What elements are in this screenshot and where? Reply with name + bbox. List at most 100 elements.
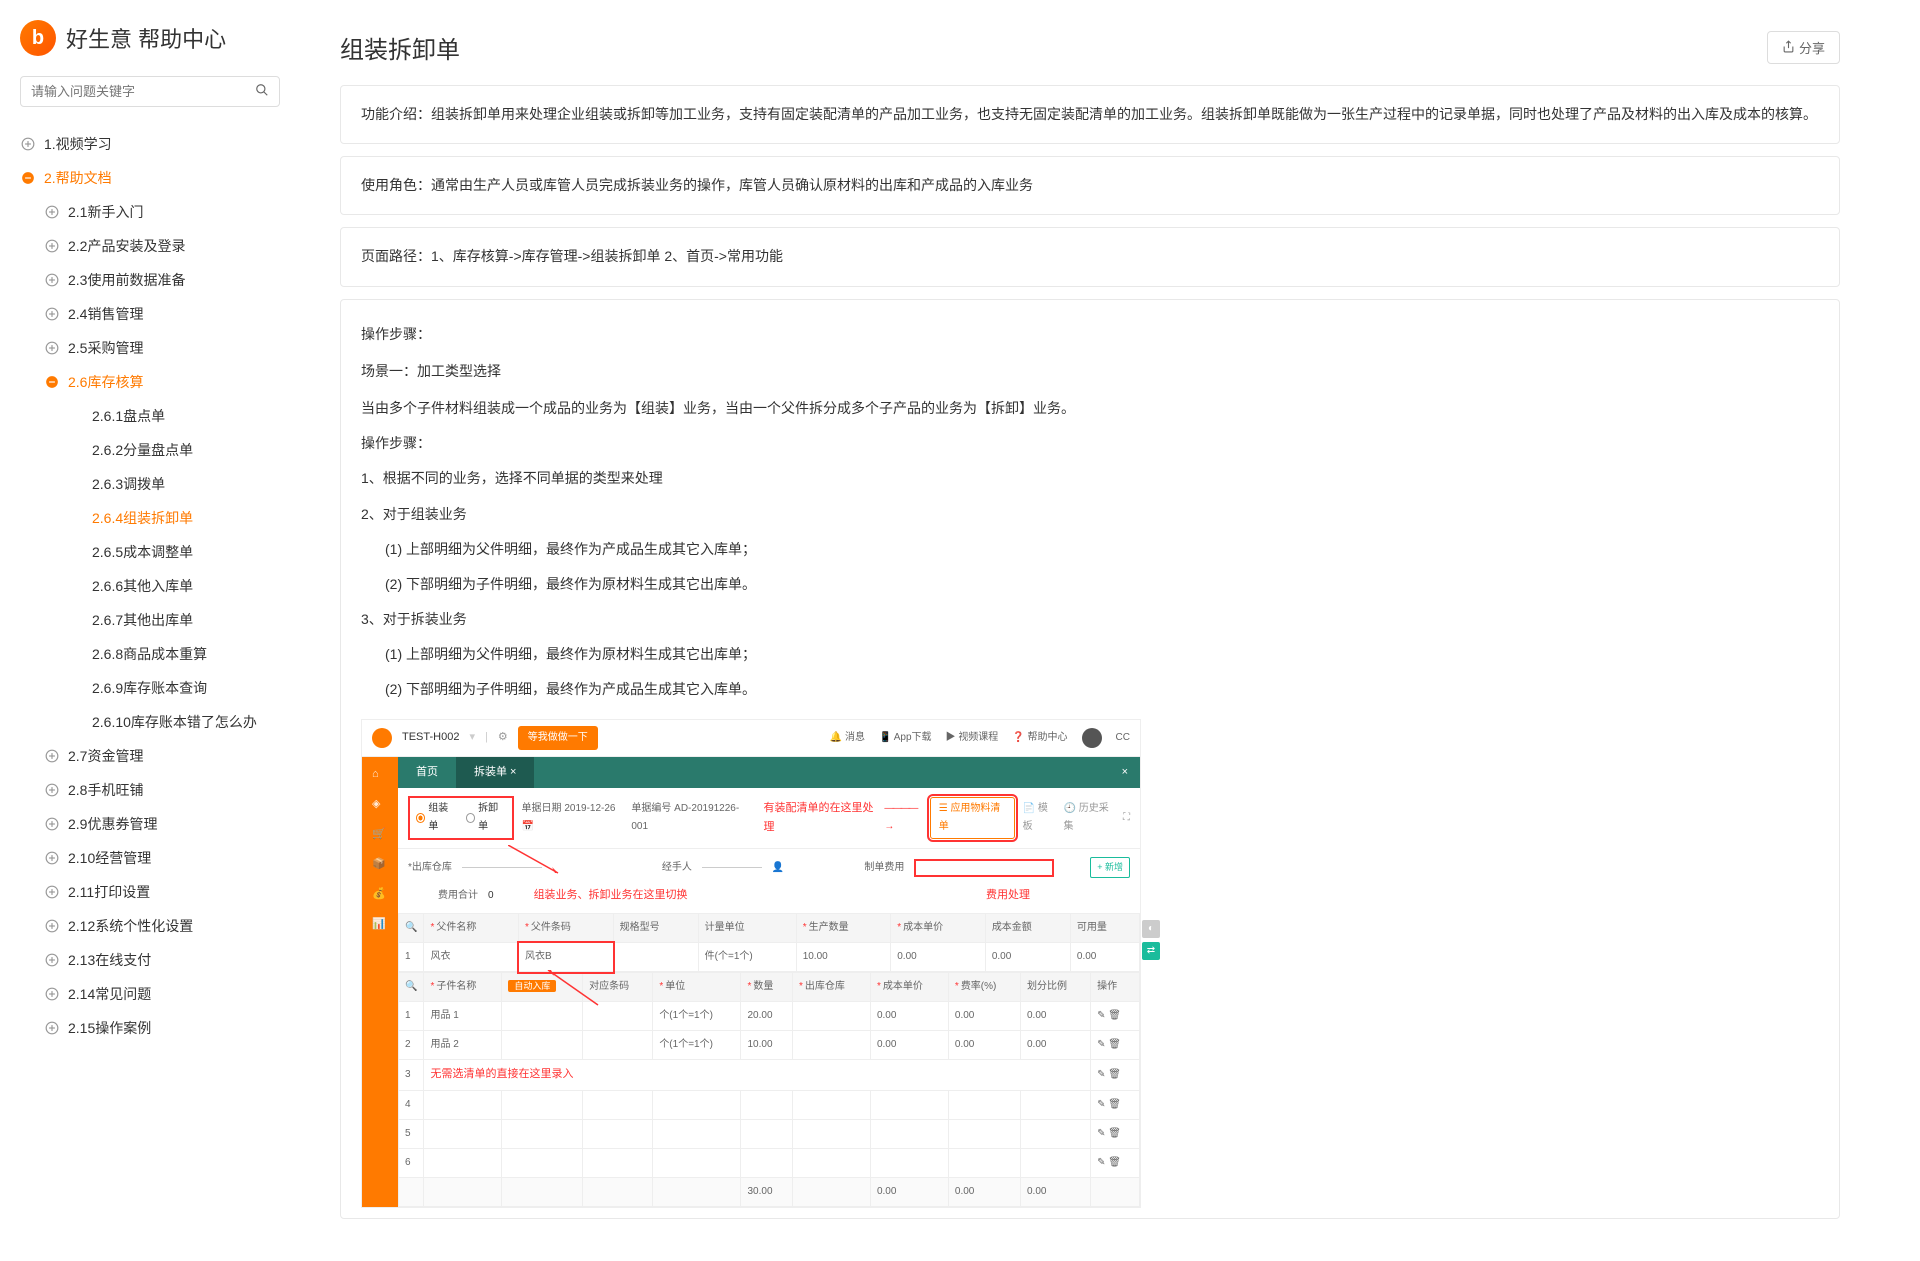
plus-icon <box>44 748 60 764</box>
nav-label: 2.5采购管理 <box>68 338 143 358</box>
nav-2-14[interactable]: 2.14常见问题 <box>44 977 300 1011</box>
nav-label: 2.15操作案例 <box>68 1018 151 1038</box>
share-button[interactable]: 分享 <box>1767 31 1840 64</box>
step2-1: (1) 上部明细为父件明细，最终作为产成品生成其它入库单； <box>361 537 1819 562</box>
ss-user: CC <box>1116 729 1130 747</box>
embedded-screenshot: TEST-H002 ▾ | ⚙ 等我做做一下 🔔 消息 📱 App下载 ▶ 视频… <box>361 719 1141 1209</box>
role-box: 使用角色：通常由生产人员或库管人员完成拆装业务的操作，库管人员确认原材料的出库和… <box>340 156 1840 215</box>
float-btn-icon: ◐ <box>1142 920 1160 938</box>
site-title: 好生意 帮助中心 <box>66 22 226 54</box>
nav-label: 2.6.8商品成本重算 <box>92 644 207 664</box>
person-icon: 👤 <box>772 859 784 877</box>
th: 单位 <box>653 973 741 1002</box>
path-text: 1、库存核算->库存管理->组装拆卸单 2、首页->常用功能 <box>431 248 783 264</box>
search-input[interactable] <box>31 84 255 99</box>
nav-docs[interactable]: 2.帮助文档 <box>20 161 300 195</box>
chart-icon: 📊 <box>372 915 388 931</box>
ss-child-row: 3无需选清单的直接在这里录入✎ 🗑 <box>399 1060 1140 1091</box>
radio-on-icon <box>416 813 425 823</box>
nav-2-6-8[interactable]: 2.6.8商品成本重算 <box>92 637 300 671</box>
th: 生产数量 <box>796 914 891 943</box>
arrow-right-icon: ————→ <box>884 800 921 836</box>
nav-label: 1.视频学习 <box>44 134 112 154</box>
step2-2: (2) 下部明细为子件明细，最终作为原材料生成其它出库单。 <box>361 572 1819 597</box>
nav-2-2[interactable]: 2.2产品安装及登录 <box>44 229 300 263</box>
ss-title: TEST-H002 <box>402 728 459 748</box>
nav-label: 2.2产品安装及登录 <box>68 236 185 256</box>
nav-2-3[interactable]: 2.3使用前数据准备 <box>44 263 300 297</box>
nav-video[interactable]: 1.视频学习 <box>20 127 300 161</box>
tag-icon: ◈ <box>372 795 388 811</box>
minus-icon <box>20 170 36 186</box>
minus-icon <box>44 374 60 390</box>
nav-2-15[interactable]: 2.15操作案例 <box>44 1011 300 1045</box>
expand-icon: ⛶ <box>1123 809 1130 827</box>
nav-2-6-9[interactable]: 2.6.9库存账本查询 <box>92 671 300 705</box>
share-label: 分享 <box>1799 38 1825 57</box>
nav-2-6-3[interactable]: 2.6.3调拨单 <box>92 467 300 501</box>
nav-2-8[interactable]: 2.8手机旺铺 <box>44 773 300 807</box>
plus-icon <box>44 306 60 322</box>
nav-label: 2.6.1盘点单 <box>92 406 165 426</box>
nav-2-11[interactable]: 2.11打印设置 <box>44 875 300 909</box>
nav-2-13[interactable]: 2.13在线支付 <box>44 943 300 977</box>
plus-icon <box>44 238 60 254</box>
ss-child-table: 🔍 子件名称 自动入库 对应条码 单位 数量 出库仓库 成本单价 费率(%) 划… <box>398 972 1140 1207</box>
plus-icon <box>44 918 60 934</box>
plus-icon <box>44 884 60 900</box>
nav-2-6-2[interactable]: 2.6.2分量盘点单 <box>92 433 300 467</box>
nav-2-6-5[interactable]: 2.6.5成本调整单 <box>92 535 300 569</box>
ss-app: 📱 App下载 <box>879 729 931 747</box>
search-icon[interactable] <box>255 83 269 100</box>
plus-icon <box>44 1020 60 1036</box>
nav-2-6-10[interactable]: 2.6.10库存账本错了怎么办 <box>92 705 300 739</box>
ss-tabs: 首页 拆装单 × × <box>398 757 1140 789</box>
nav-2-6-7[interactable]: 2.6.7其他出库单 <box>92 603 300 637</box>
nav-label: 2.6.2分量盘点单 <box>92 440 193 460</box>
path-label: 页面路径： <box>361 248 431 264</box>
ss-anno-noinput: 无需选清单的直接在这里录入 <box>430 1068 573 1080</box>
step3: 3、对于拆装业务 <box>361 607 1819 632</box>
ss-sep: | <box>485 728 488 748</box>
cart-icon: 🛒 <box>372 825 388 841</box>
plus-icon <box>44 272 60 288</box>
nav-2-10[interactable]: 2.10经营管理 <box>44 841 300 875</box>
nav-label: 2.7资金管理 <box>68 746 143 766</box>
nav-2-6-6[interactable]: 2.6.6其他入库单 <box>92 569 300 603</box>
nav-label: 2.4销售管理 <box>68 304 143 324</box>
nav-label: 2.14常见问题 <box>68 984 151 1004</box>
nav-label: 2.6.3调拨单 <box>92 474 165 494</box>
ss-btn-mat: ☰ 应用物料清单 <box>930 797 1015 839</box>
nav-2-1[interactable]: 2.1新手入门 <box>44 195 300 229</box>
nav-label: 2.6.4组装拆卸单 <box>92 508 193 528</box>
nav-2-6-1[interactable]: 2.6.1盘点单 <box>92 399 300 433</box>
page-title: 组装拆卸单 <box>340 30 460 65</box>
main-content: 组装拆卸单 分享 功能介绍：组装拆卸单用来处理企业组装或拆卸等加工业务，支持有固… <box>300 0 1880 1261</box>
nav-label: 2.6库存核算 <box>68 372 143 392</box>
ss-parent-row: 1 风衣 风衣B 件(个=1个) 10.00 0.00 0.00 0.00 <box>399 943 1140 972</box>
nav-2-4[interactable]: 2.4销售管理 <box>44 297 300 331</box>
intro-box: 功能介绍：组装拆卸单用来处理企业组装或拆卸等加工业务，支持有固定装配清单的产品加… <box>340 85 1840 144</box>
nav-2-6[interactable]: 2.6库存核算 <box>44 365 300 399</box>
th: 数量 <box>741 973 792 1002</box>
nav-2-5[interactable]: 2.5采购管理 <box>44 331 300 365</box>
plus-icon <box>44 850 60 866</box>
float-btn-icon: ⇄ <box>1142 942 1160 960</box>
search-box[interactable] <box>20 76 280 107</box>
step2: 2、对于组装业务 <box>361 502 1819 527</box>
nav-2-9[interactable]: 2.9优惠券管理 <box>44 807 300 841</box>
ss-child-row: 1用品 1个(1个=1个)20.000.000.000.00✎ 🗑 <box>399 1002 1140 1031</box>
nav-2-7[interactable]: 2.7资金管理 <box>44 739 300 773</box>
ss-cost-total-lbl: 费用合计 <box>438 887 478 905</box>
ss-anno-right: 有装配清单的在这里处理 <box>764 799 877 839</box>
nav-2-6-4[interactable]: 2.6.4组装拆卸单 <box>92 501 300 535</box>
logo-icon: b <box>20 20 56 56</box>
role-text: 通常由生产人员或库管人员完成拆装业务的操作，库管人员确认原材料的出库和产成品的入… <box>431 177 1033 193</box>
step3-1: (1) 上部明细为父件明细，最终作为原材料生成其它出库单； <box>361 642 1819 667</box>
nav-2-12[interactable]: 2.12系统个性化设置 <box>44 909 300 943</box>
nav-label: 2.帮助文档 <box>44 168 112 188</box>
ss-date-lbl: 单据日期 <box>522 803 562 814</box>
th: 可用量 <box>1070 914 1139 943</box>
ss-totals-row: 30.000.000.000.00 <box>399 1178 1140 1207</box>
th: 父件条码 <box>519 914 614 943</box>
